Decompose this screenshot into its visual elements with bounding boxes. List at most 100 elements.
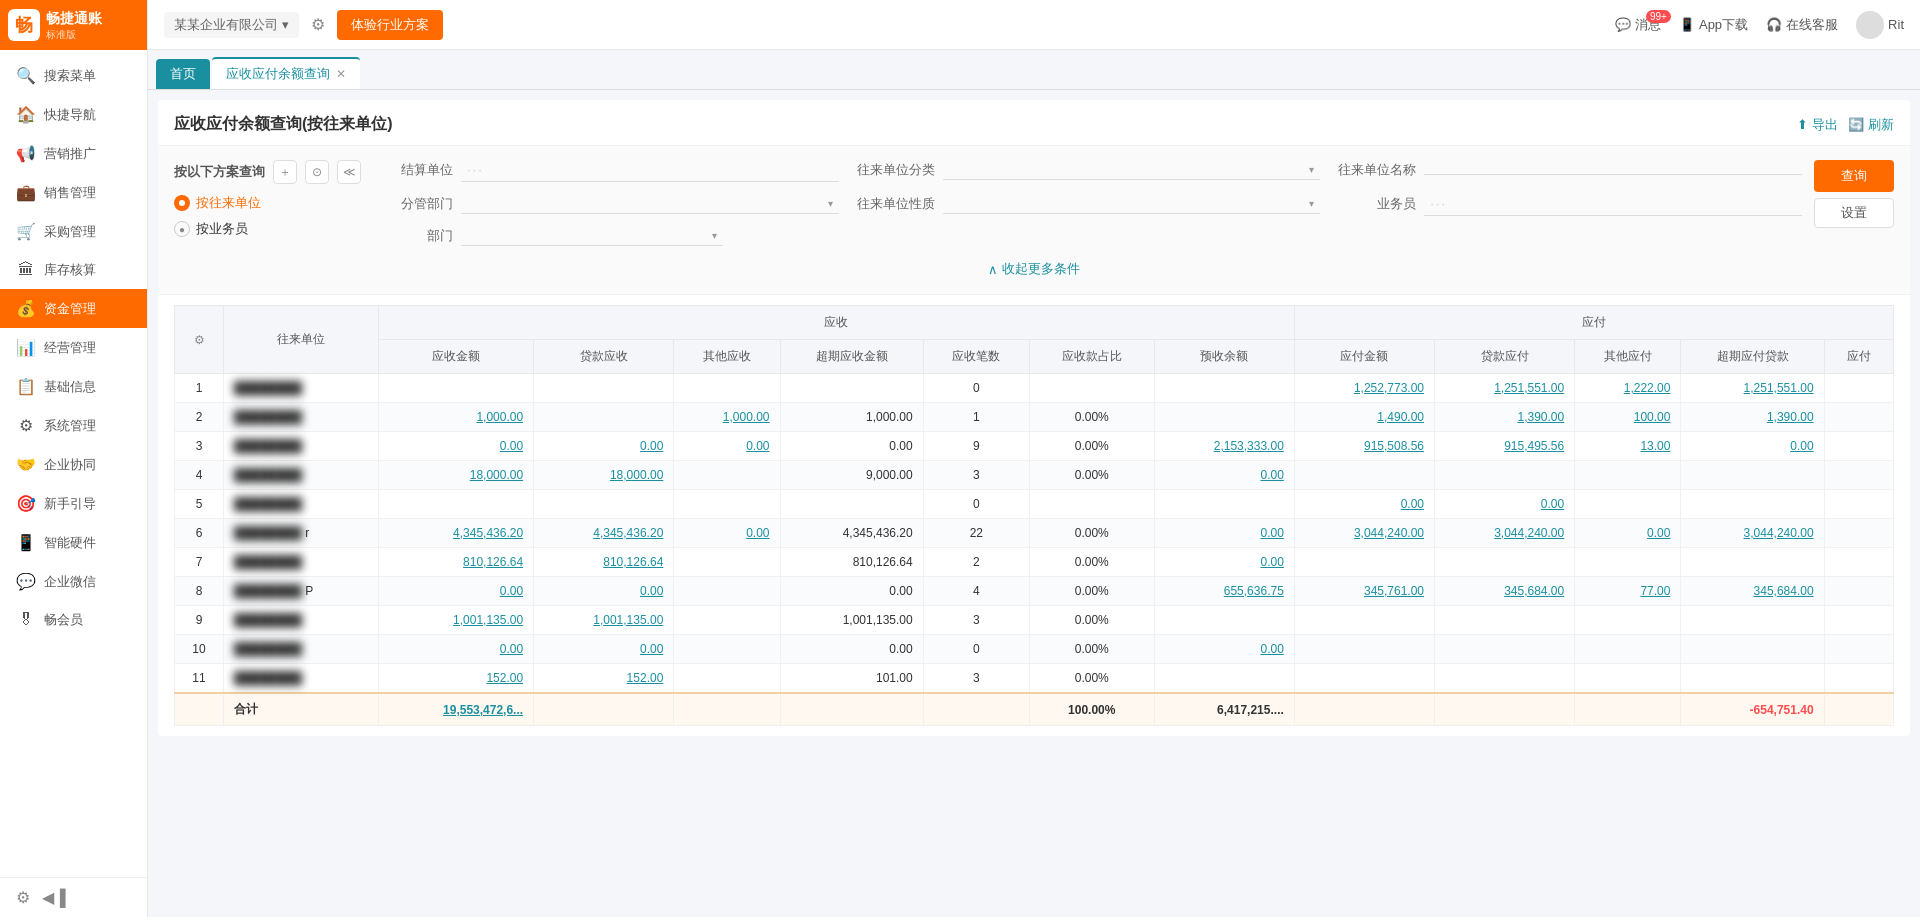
footer-ap-remain	[1824, 693, 1893, 726]
table-row: 8 ████████ P 0.00 0.00 0.00 4 0.00% 655,…	[175, 577, 1894, 606]
sidebar-item-quick-nav[interactable]: 🏠 快捷导航	[0, 95, 147, 134]
cell-ap-other-10	[1575, 664, 1681, 694]
settings-button[interactable]: 设置	[1814, 198, 1894, 228]
cell-ap-other-7: 77.00	[1575, 577, 1681, 606]
salesman-input[interactable]: ···	[1424, 192, 1802, 216]
cell-ap-remain-10	[1824, 664, 1893, 694]
cell-partner-8: ████████	[224, 606, 379, 635]
cell-ar-ratio-3: 0.00%	[1029, 461, 1154, 490]
cell-ap-amount-7: 345,761.00	[1294, 577, 1434, 606]
dept-manage-arrow: ▾	[828, 198, 833, 209]
sidebar-item-purchase[interactable]: 🛒 采购管理	[0, 212, 147, 251]
company-name: 某某企业有限公司	[174, 16, 278, 34]
online-service-button[interactable]: 🎧 在线客服	[1766, 16, 1838, 34]
export-button[interactable]: ⬆ 导出	[1797, 116, 1838, 134]
table-row: 10 ████████ 0.00 0.00 0.00 0 0.00% 0.00	[175, 635, 1894, 664]
tab-ar-ap-close[interactable]: ✕	[336, 67, 346, 81]
refresh-button[interactable]: 🔄 刷新	[1848, 116, 1894, 134]
sidebar-icon-inventory: 🏛	[16, 261, 36, 279]
field-partner-name: 往来单位名称	[1336, 161, 1802, 179]
sidebar-item-marketing[interactable]: 📢 营销推广	[0, 134, 147, 173]
cell-ar-other-0	[674, 374, 780, 403]
cell-partner-2: ████████	[224, 432, 379, 461]
cell-ap-other-9	[1575, 635, 1681, 664]
query-button[interactable]: 查询	[1814, 160, 1894, 192]
footer-ar-amount[interactable]: 19,553,472,6...	[378, 693, 534, 726]
sidebar-item-inventory[interactable]: 🏛 库存核算	[0, 251, 147, 289]
dept-manage-input[interactable]: ▾	[461, 194, 839, 214]
tab-ar-ap[interactable]: 应收应付余额查询 ✕	[212, 57, 360, 89]
cell-ar-other-3	[674, 461, 780, 490]
cell-ar-other-4	[674, 490, 780, 519]
cell-partner-0: ████████	[224, 374, 379, 403]
sidebar-label-search-menu: 搜索菜单	[44, 67, 96, 85]
table-settings-icon[interactable]: ⚙	[185, 326, 213, 354]
app-download-icon: 📱	[1679, 17, 1695, 32]
sidebar-item-wechat[interactable]: 💬 企业微信	[0, 562, 147, 601]
th-ar-loan: 贷款应收	[534, 340, 674, 374]
cell-partner-9: ████████	[224, 635, 379, 664]
cell-ar-overdue-4	[780, 490, 923, 519]
cell-ap-amount-3	[1294, 461, 1434, 490]
cell-ap-loan-1: 1,390.00	[1435, 403, 1575, 432]
collapse-button[interactable]: ∧ 收起更多条件	[988, 260, 1080, 278]
sidebar-item-search-menu[interactable]: 🔍 搜索菜单	[0, 56, 147, 95]
cell-rownum-5: 6	[175, 519, 224, 548]
message-button[interactable]: 💬 消息 99+	[1615, 16, 1661, 34]
settlement-unit-input[interactable]: ···	[461, 158, 839, 182]
cell-ar-prepay-0	[1154, 374, 1294, 403]
scheme-by-salesman[interactable]: ● 按业务员	[174, 220, 361, 238]
cell-ar-other-2: 0.00	[674, 432, 780, 461]
cell-ar-loan-6: 810,126.64	[534, 548, 674, 577]
partner-category-input[interactable]: ▾	[943, 160, 1321, 180]
cell-ar-count-0: 0	[923, 374, 1029, 403]
cell-ar-overdue-8: 1,001,135.00	[780, 606, 923, 635]
table-row: 6 ████████ r 4,345,436.20 4,345,436.20 0…	[175, 519, 1894, 548]
add-scheme-btn[interactable]: ＋	[273, 160, 297, 184]
sidebar-label-marketing: 营销推广	[44, 145, 96, 163]
cell-ar-count-10: 3	[923, 664, 1029, 694]
cell-ap-remain-8	[1824, 606, 1893, 635]
cell-ar-ratio-0	[1029, 374, 1154, 403]
th-ar-amount: 应收金额	[378, 340, 534, 374]
app-download-button[interactable]: 📱 App下载	[1679, 16, 1748, 34]
cell-ar-overdue-7: 0.00	[780, 577, 923, 606]
cell-rownum-7: 8	[175, 577, 224, 606]
settings-gear-icon[interactable]: ⚙	[311, 15, 325, 34]
partner-name-input[interactable]	[1424, 166, 1802, 175]
sidebar-item-operation[interactable]: 📊 经营管理	[0, 328, 147, 367]
cell-ap-other-4	[1575, 490, 1681, 519]
cell-ap-overdue-3	[1681, 461, 1824, 490]
collapse-scheme-btn[interactable]: ≪	[337, 160, 361, 184]
sidebar-item-member[interactable]: 🎖 畅会员	[0, 601, 147, 639]
th-ar-ratio: 应收款占比	[1029, 340, 1154, 374]
company-selector[interactable]: 某某企业有限公司 ▾	[164, 12, 299, 38]
sidebar-item-system[interactable]: ⚙ 系统管理	[0, 406, 147, 445]
sidebar-settings-icon[interactable]: ⚙	[16, 888, 30, 907]
footer-ap-overdue: -654,751.40	[1681, 693, 1824, 726]
sidebar-item-finance[interactable]: 💰 资金管理	[0, 289, 147, 328]
scheme-inactive-dot: ●	[174, 221, 190, 237]
sidebar-icon-corp: 🤝	[16, 455, 36, 474]
field-dept: 部门 ▾	[373, 226, 723, 246]
scheme-by-partner[interactable]: 按往来单位	[174, 194, 361, 212]
user-name: Rit	[1888, 17, 1904, 32]
cell-ar-loan-0	[534, 374, 674, 403]
collapse-icon: ∧	[988, 262, 998, 277]
sidebar-label-finance: 资金管理	[44, 300, 96, 318]
user-menu[interactable]: Rit	[1856, 11, 1904, 39]
th-partner: 往来单位	[224, 306, 379, 374]
partner-nature-input[interactable]: ▾	[943, 194, 1321, 214]
sidebar-item-hardware[interactable]: 📱 智能硬件	[0, 523, 147, 562]
sidebar-item-corp[interactable]: 🤝 企业协同	[0, 445, 147, 484]
tab-home[interactable]: 首页	[156, 59, 210, 89]
dept-input[interactable]: ▾	[461, 226, 723, 246]
cell-ar-loan-4	[534, 490, 674, 519]
edit-scheme-btn[interactable]: ⊙	[305, 160, 329, 184]
sidebar-collapse-icon[interactable]: ◀▐	[42, 888, 65, 907]
sidebar-item-sales[interactable]: 💼 销售管理	[0, 173, 147, 212]
sidebar-item-basic[interactable]: 📋 基础信息	[0, 367, 147, 406]
online-service-icon: 🎧	[1766, 17, 1782, 32]
promo-button[interactable]: 体验行业方案	[337, 10, 443, 40]
sidebar-item-guide[interactable]: 🎯 新手引导	[0, 484, 147, 523]
